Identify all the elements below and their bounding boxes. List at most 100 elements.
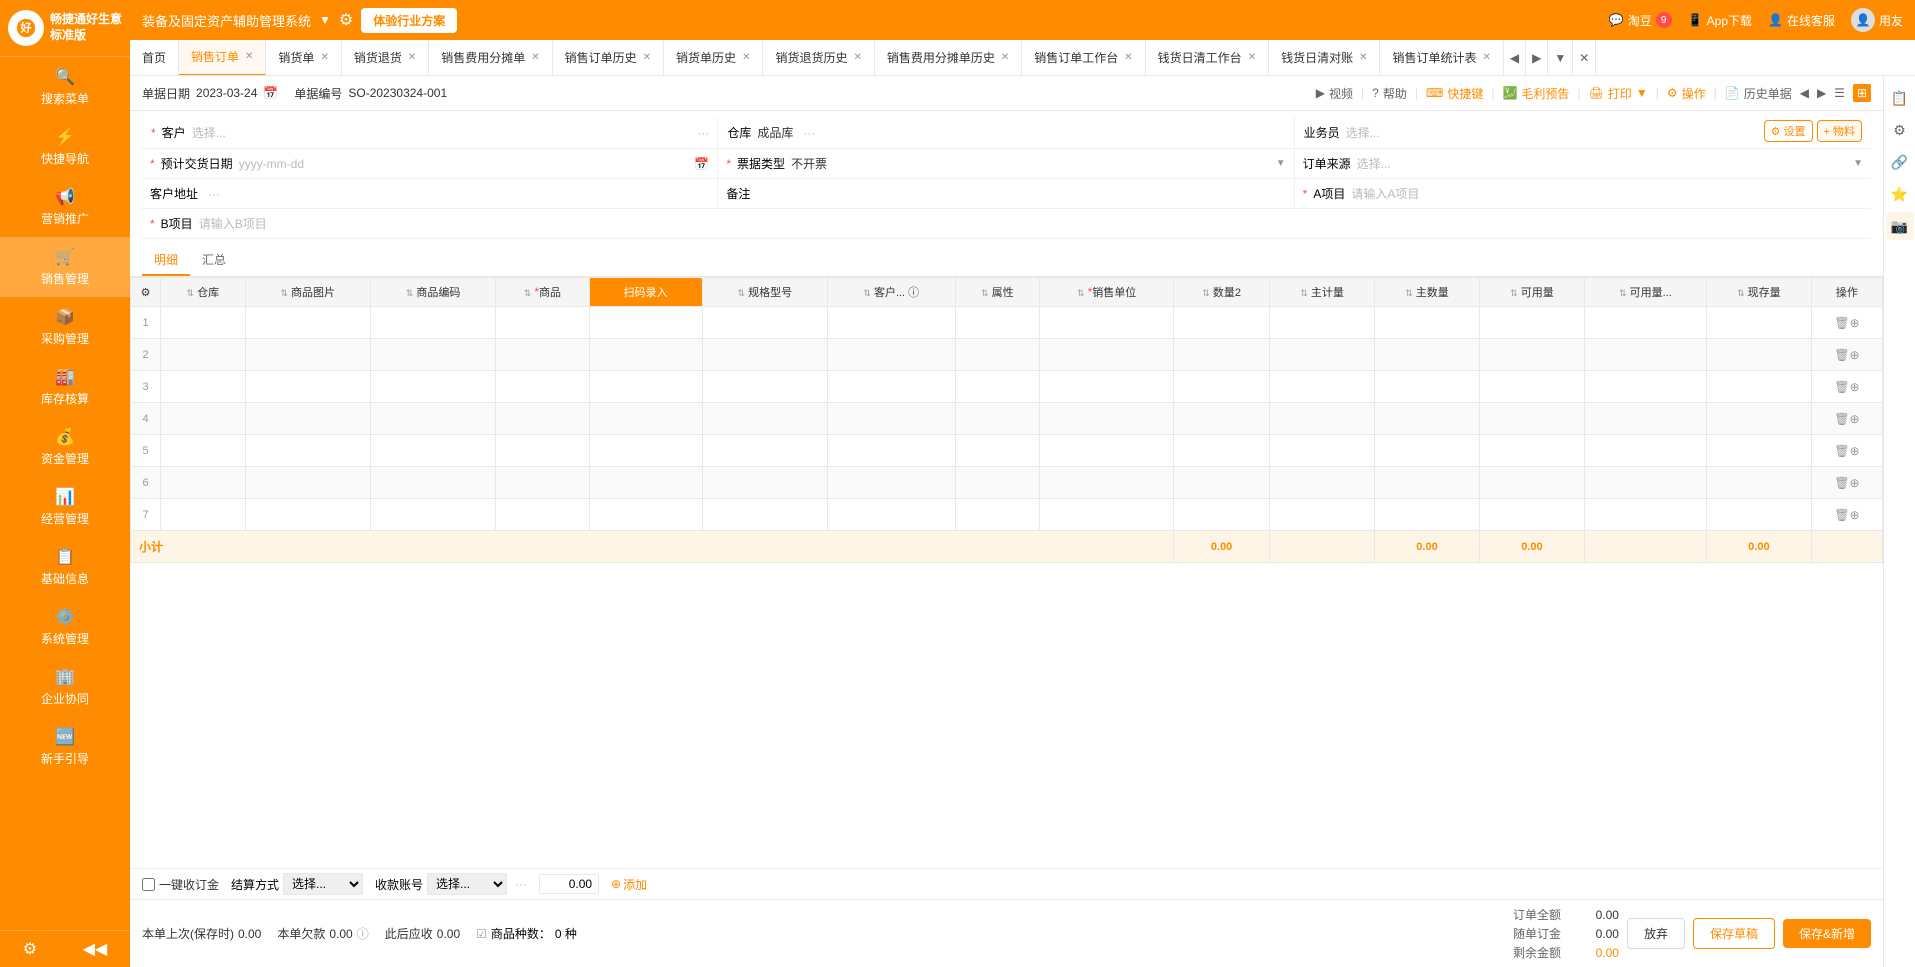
tab-close-icon[interactable]: ✕: [245, 51, 253, 62]
row-customer-code[interactable]: [827, 435, 955, 467]
online-service-item[interactable]: 👤 在线客服: [1768, 12, 1835, 29]
row-product[interactable]: [496, 307, 589, 339]
tab-close-icon[interactable]: ✕: [320, 52, 328, 63]
row-attr[interactable]: [955, 467, 1040, 499]
row-warehouse[interactable]: [161, 435, 246, 467]
row-unit[interactable]: [1040, 403, 1174, 435]
tab-prev-btn[interactable]: ◀: [1504, 40, 1526, 76]
tab-close-icon[interactable]: ✕: [853, 52, 861, 63]
row-main-qty[interactable]: [1375, 403, 1480, 435]
row-spec[interactable]: [702, 403, 827, 435]
row-available[interactable]: [1479, 499, 1584, 531]
tab-fee-split[interactable]: 销售费用分摊单 ✕: [429, 40, 552, 76]
sidebar-item-purchase[interactable]: 📦 采购管理: [0, 297, 130, 357]
row-stock[interactable]: [1706, 403, 1811, 435]
solution-button[interactable]: 体验行业方案: [361, 8, 457, 33]
action-nav-next[interactable]: ▶: [1817, 86, 1826, 100]
tab-workbench[interactable]: 销售订单工作台 ✕: [1022, 40, 1145, 76]
tab-close-icon[interactable]: ✕: [1001, 52, 1009, 63]
row-spec[interactable]: [702, 371, 827, 403]
row-stock[interactable]: [1706, 371, 1811, 403]
copy-icon[interactable]: ⊕: [1850, 508, 1860, 522]
row-stock[interactable]: [1706, 307, 1811, 339]
delete-icon[interactable]: 🗑: [1834, 348, 1849, 362]
row-warehouse[interactable]: [161, 307, 246, 339]
form-add-item-btn[interactable]: + 物料: [1817, 120, 1862, 142]
row-available[interactable]: [1479, 403, 1584, 435]
row-unit[interactable]: [1040, 499, 1174, 531]
row-stock[interactable]: [1706, 499, 1811, 531]
tab-close-icon[interactable]: ✕: [1248, 52, 1256, 63]
row-main-unit[interactable]: [1270, 499, 1375, 531]
row-warehouse[interactable]: [161, 339, 246, 371]
row-scan[interactable]: [589, 403, 702, 435]
row-main-qty[interactable]: [1375, 467, 1480, 499]
row-available2[interactable]: [1584, 435, 1706, 467]
address-more-icon[interactable]: ···: [208, 187, 220, 201]
tab-close-icon[interactable]: ✕: [643, 52, 651, 63]
delete-icon[interactable]: 🗑: [1834, 508, 1849, 522]
row-qty2[interactable]: [1174, 403, 1270, 435]
tab-close-icon[interactable]: ✕: [531, 52, 539, 63]
deposit-checkbox-label[interactable]: 一键收订金: [142, 876, 219, 893]
row-unit[interactable]: [1040, 435, 1174, 467]
row-scan[interactable]: [589, 467, 702, 499]
row-product[interactable]: [496, 339, 589, 371]
row-product[interactable]: [496, 499, 589, 531]
row-main-unit[interactable]: [1270, 339, 1375, 371]
system-dropdown[interactable]: ▼: [319, 13, 331, 27]
row-attr[interactable]: [955, 371, 1040, 403]
sidebar-item-inventory[interactable]: 🏭 库存核算: [0, 357, 130, 417]
row-code[interactable]: [370, 435, 495, 467]
row-customer-code[interactable]: [827, 499, 955, 531]
tab-sales-order[interactable]: 销售订单 ✕: [179, 40, 266, 76]
tab-order-history[interactable]: 销售订单历史 ✕: [553, 40, 664, 76]
sidebar-item-sales[interactable]: 🛒 销售管理: [0, 237, 130, 297]
action-nav-prev[interactable]: ◀: [1800, 86, 1809, 100]
row-code[interactable]: [370, 339, 495, 371]
row-image[interactable]: [245, 307, 370, 339]
row-qty2[interactable]: [1174, 339, 1270, 371]
action-print[interactable]: 🖨 打印 ▼: [1589, 85, 1648, 102]
row-qty2[interactable]: [1174, 499, 1270, 531]
copy-icon[interactable]: ⊕: [1850, 380, 1860, 394]
row-warehouse[interactable]: [161, 403, 246, 435]
copy-icon[interactable]: ⊕: [1850, 412, 1860, 426]
sidebar-item-search[interactable]: 🔍 搜索菜单: [0, 57, 130, 117]
sidebar-item-finance[interactable]: 💰 资金管理: [0, 417, 130, 477]
tab-daily-workbench[interactable]: 钱货日清工作台 ✕: [1146, 40, 1269, 76]
row-available2[interactable]: [1584, 371, 1706, 403]
calendar2-icon[interactable]: 📅: [694, 157, 709, 171]
row-attr[interactable]: [955, 499, 1040, 531]
account-more-icon[interactable]: ···: [515, 877, 527, 891]
row-product[interactable]: [496, 403, 589, 435]
row-code[interactable]: [370, 307, 495, 339]
row-main-qty[interactable]: [1375, 339, 1480, 371]
row-available2[interactable]: [1584, 403, 1706, 435]
tao-item[interactable]: 💬 淘豆 9: [1609, 12, 1672, 29]
row-main-qty[interactable]: [1375, 435, 1480, 467]
row-code[interactable]: [370, 403, 495, 435]
customer-input[interactable]: [192, 126, 688, 140]
row-warehouse[interactable]: [161, 499, 246, 531]
row-image[interactable]: [245, 467, 370, 499]
row-image[interactable]: [245, 435, 370, 467]
user-menu-item[interactable]: 👤 用友: [1851, 8, 1903, 32]
delete-icon[interactable]: 🗑: [1834, 412, 1849, 426]
tab-close-icon[interactable]: ✕: [1124, 52, 1132, 63]
row-image[interactable]: [245, 371, 370, 403]
row-scan[interactable]: [589, 435, 702, 467]
row-stock[interactable]: [1706, 435, 1811, 467]
col-setting[interactable]: ⚙: [131, 278, 161, 307]
row-code[interactable]: [370, 499, 495, 531]
action-form-view[interactable]: ⊞: [1853, 84, 1871, 102]
row-available2[interactable]: [1584, 307, 1706, 339]
right-panel-star-icon[interactable]: ⭐: [1886, 180, 1914, 208]
settings-gear-btn[interactable]: ⚙: [339, 10, 353, 30]
row-available[interactable]: [1479, 339, 1584, 371]
row-unit[interactable]: [1040, 307, 1174, 339]
tab-home[interactable]: 首页: [130, 40, 179, 76]
copy-icon[interactable]: ⊕: [1850, 348, 1860, 362]
row-code[interactable]: [370, 467, 495, 499]
delivery-input[interactable]: [239, 157, 689, 171]
